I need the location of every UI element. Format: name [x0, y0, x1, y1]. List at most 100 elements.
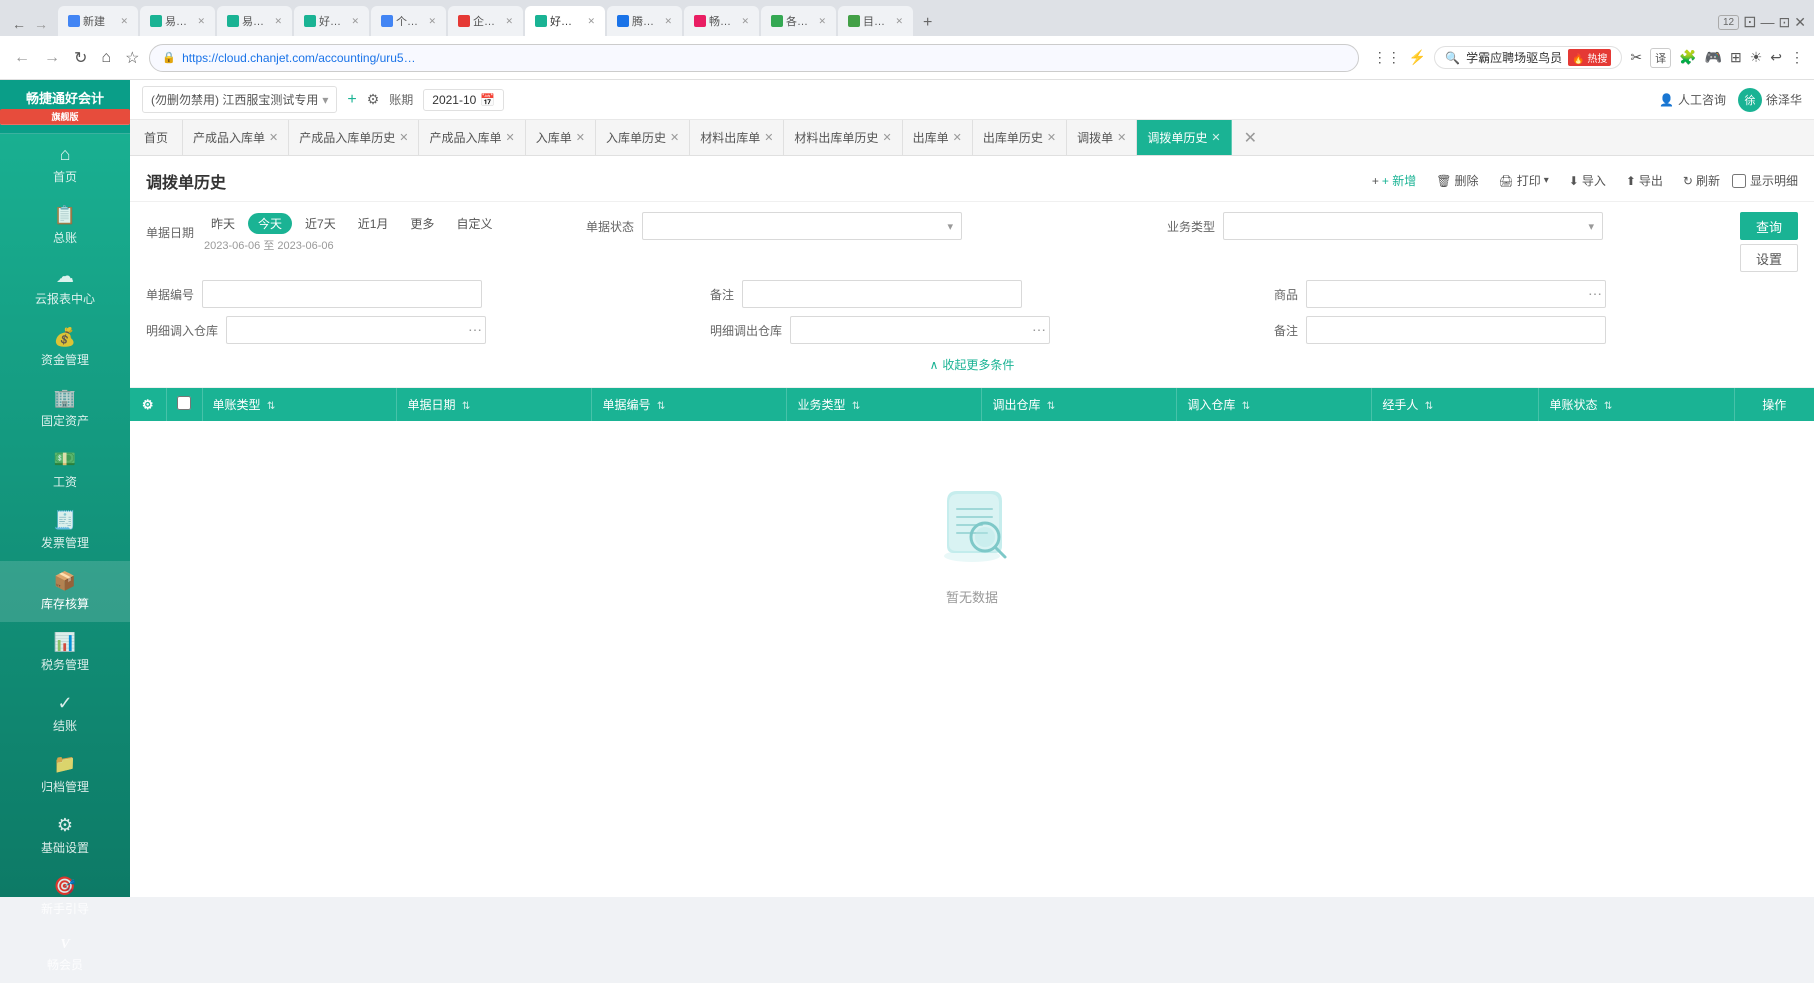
- close-icon[interactable]: ✕: [399, 131, 408, 144]
- browser-tab-9[interactable]: 各… ✕: [761, 6, 836, 36]
- add-company-button[interactable]: +: [347, 91, 356, 109]
- tab-close[interactable]: ✕: [587, 16, 595, 27]
- tab-outbound[interactable]: 出库单 ✕: [903, 120, 973, 156]
- undo-icon[interactable]: ↩: [1770, 49, 1782, 66]
- browser-tab-10[interactable]: 目… ✕: [838, 6, 913, 36]
- print-button[interactable]: 🖨 打印 ▾: [1490, 168, 1556, 193]
- show-hide-toggle[interactable]: 显示明细: [1732, 172, 1798, 189]
- biz-type-select[interactable]: ▾: [1223, 212, 1603, 240]
- export-button[interactable]: ⬆ 导出: [1618, 168, 1671, 193]
- checkbox-col-header[interactable]: [166, 388, 202, 421]
- date-btn-7days[interactable]: 近7天: [296, 212, 345, 235]
- nav-forward[interactable]: →: [40, 45, 64, 71]
- tab-transfer-history[interactable]: 调拨单历史 ✕: [1137, 120, 1231, 156]
- detail-in-input[interactable]: [226, 316, 486, 344]
- close-icon[interactable]: ✕: [576, 131, 585, 144]
- sidebar-item-inventory[interactable]: 📦 库存核算: [0, 561, 130, 622]
- user-service[interactable]: 👤 人工咨询: [1659, 91, 1726, 108]
- tab-outbound-history[interactable]: 出库单历史 ✕: [973, 120, 1067, 156]
- query-button[interactable]: 查询: [1740, 212, 1798, 240]
- detail-out-input[interactable]: [790, 316, 1050, 344]
- col-type[interactable]: 单账类型 ⇅: [202, 388, 397, 421]
- delete-button[interactable]: 🗑 删除: [1428, 168, 1486, 193]
- sidebar-item-reports[interactable]: ☁ 云报表中心: [0, 256, 130, 317]
- collapse-filter-button[interactable]: ∧ 收起更多条件: [930, 356, 1015, 373]
- address-bar[interactable]: 🔒 https://cloud.chanjet.com/accounting/u…: [149, 44, 1358, 72]
- tab-close[interactable]: ✕: [351, 16, 359, 27]
- close-icon[interactable]: ✕: [882, 131, 891, 144]
- sidebar-item-checkout[interactable]: ✓ 结账: [0, 683, 130, 744]
- close-all-tabs[interactable]: ✕: [1236, 128, 1265, 148]
- browser-tab-8[interactable]: 畅… ✕: [684, 6, 759, 36]
- sidebar-item-settings[interactable]: ⚙ 基础设置: [0, 805, 130, 866]
- refresh-button[interactable]: ↻ 刷新: [1675, 168, 1728, 193]
- sidebar-item-archive[interactable]: 📁 归档管理: [0, 744, 130, 805]
- browser-tab-1[interactable]: 新建 ✕: [58, 6, 138, 36]
- date-btn-more[interactable]: 更多: [401, 212, 443, 235]
- status-select[interactable]: ▾: [642, 212, 962, 240]
- tab-close[interactable]: ✕: [428, 16, 436, 27]
- tab-close[interactable]: ✕: [197, 16, 205, 27]
- date-btn-yesterday[interactable]: 昨天: [202, 212, 244, 235]
- sidebar-item-home[interactable]: ⌂ 首页: [0, 134, 130, 195]
- new-tab-button[interactable]: +: [915, 14, 940, 36]
- tab-close[interactable]: ✕: [274, 16, 282, 27]
- tab-transfer[interactable]: 调拨单 ✕: [1067, 120, 1137, 156]
- col-no[interactable]: 单据编号 ⇅: [592, 388, 787, 421]
- settings-col-header[interactable]: ⚙: [130, 388, 166, 421]
- period-selector[interactable]: 2021-10 📅: [423, 89, 504, 111]
- tab-inbound-history[interactable]: 入库单历史 ✕: [596, 120, 690, 156]
- tab-close[interactable]: ✕: [895, 16, 903, 27]
- translate-icon[interactable]: 译: [1650, 48, 1671, 68]
- tab-close[interactable]: ✕: [741, 16, 749, 27]
- sidebar-item-tax[interactable]: 📊 税务管理: [0, 622, 130, 683]
- close-icon[interactable]: ✕: [269, 131, 278, 144]
- close-icon[interactable]: ✕: [1211, 131, 1220, 144]
- close-icon[interactable]: ✕: [506, 131, 515, 144]
- close-icon[interactable]: ✕: [953, 131, 962, 144]
- sidebar-item-invoice[interactable]: 🧾 发票管理: [0, 500, 130, 561]
- remark2-input[interactable]: [1306, 316, 1606, 344]
- tab-close[interactable]: ✕: [818, 16, 826, 27]
- col-in-warehouse[interactable]: 调入仓库 ⇅: [1177, 388, 1372, 421]
- sidebar-item-member[interactable]: V 畅会员: [0, 927, 130, 983]
- company-selector[interactable]: (勿删勿禁用) 江西服宝测试专用 ▾: [142, 86, 337, 113]
- tab-inbound[interactable]: 入库单 ✕: [526, 120, 596, 156]
- browser-tab-3[interactable]: 易… ✕: [217, 6, 292, 36]
- browser-tab-2[interactable]: 易… ✕: [140, 6, 215, 36]
- search-bar[interactable]: 🔍 学霸应聘场驱鸟员 🔥 热搜: [1434, 46, 1622, 69]
- lightning-icon[interactable]: ⚡: [1409, 49, 1426, 66]
- col-biz-type[interactable]: 业务类型 ⇅: [787, 388, 982, 421]
- extension-icon2[interactable]: 🎮: [1705, 49, 1722, 66]
- browser-tab-4[interactable]: 好… ✕: [294, 6, 369, 36]
- nav-home[interactable]: ⌂: [97, 45, 115, 71]
- grid-icon[interactable]: ⋮⋮: [1373, 49, 1401, 66]
- browser-tab-7[interactable]: 腾… ✕: [607, 6, 682, 36]
- date-btn-today[interactable]: 今天: [248, 213, 292, 234]
- close-icon[interactable]: ✕: [670, 131, 679, 144]
- col-date[interactable]: 单据日期 ⇅: [397, 388, 592, 421]
- date-btn-1month[interactable]: 近1月: [349, 212, 398, 235]
- remark-input[interactable]: [742, 280, 1022, 308]
- col-out-warehouse[interactable]: 调出仓库 ⇅: [982, 388, 1177, 421]
- nav-bookmark[interactable]: ☆: [121, 44, 143, 72]
- close-icon[interactable]: ✕: [1117, 131, 1126, 144]
- tab-product-inbound-history[interactable]: 产成品入库单历史 ✕: [289, 120, 419, 156]
- sidebar-item-salary[interactable]: 💵 工资: [0, 439, 130, 500]
- tab-close[interactable]: ✕: [664, 16, 672, 27]
- user-profile[interactable]: 徐 徐泽华: [1738, 88, 1802, 112]
- date-btn-custom[interactable]: 自定义: [447, 212, 501, 235]
- tab-product-inbound[interactable]: 产成品入库单 ✕: [183, 120, 289, 156]
- browser-tab-5[interactable]: 个… ✕: [371, 6, 446, 36]
- sidebar-item-assets[interactable]: 🏢 固定资产: [0, 378, 130, 439]
- settings-button[interactable]: ⚙: [367, 91, 380, 108]
- tab-product-inbound-2[interactable]: 产成品入库单 ✕: [419, 120, 525, 156]
- doc-no-input[interactable]: [202, 280, 482, 308]
- close-icon[interactable]: ✕: [1047, 131, 1056, 144]
- extension-icon1[interactable]: 🧩: [1679, 49, 1696, 66]
- select-all-checkbox[interactable]: [177, 396, 191, 410]
- extension-icon3[interactable]: ⊞: [1730, 49, 1742, 66]
- goods-input[interactable]: [1306, 280, 1606, 308]
- col-status[interactable]: 单账状态 ⇅: [1539, 388, 1734, 421]
- detail-out-ellipsis[interactable]: ⋯: [1032, 322, 1046, 339]
